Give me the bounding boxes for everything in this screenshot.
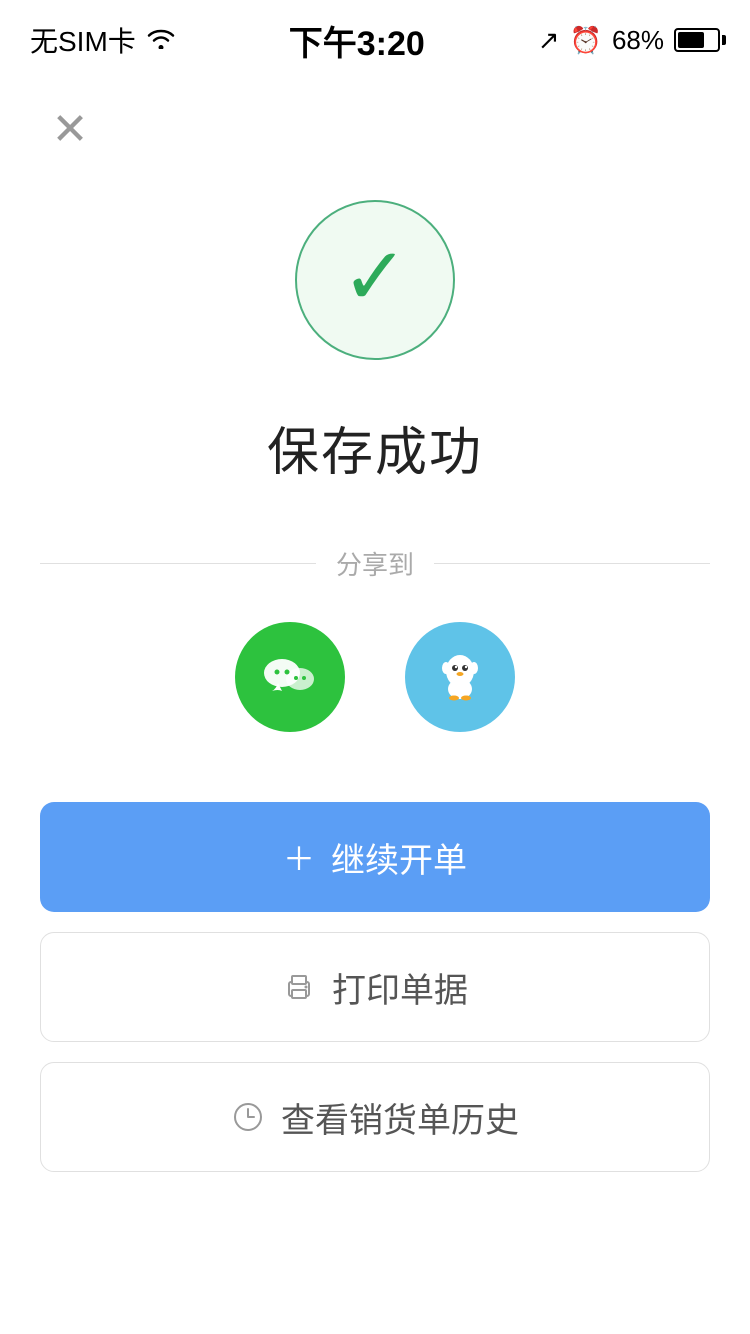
- status-bar: 无SIM卡 下午3:20 ↗ ⏰ 68%: [0, 0, 750, 80]
- battery-icon: [674, 28, 720, 52]
- wifi-icon: [146, 24, 176, 56]
- printer-icon: [282, 970, 316, 1004]
- history-button[interactable]: 查看销货单历史: [40, 1062, 710, 1172]
- share-label: 分享到: [336, 545, 414, 582]
- status-time: 下午3:20: [289, 16, 425, 65]
- success-title: 保存成功: [267, 410, 483, 485]
- history-icon: [231, 1100, 265, 1134]
- main-content: ✕ ✓ 保存成功 分享到: [0, 80, 750, 1334]
- wechat-icon: [258, 645, 322, 709]
- print-button[interactable]: 打印单据: [40, 932, 710, 1042]
- history-label: 查看销货单历史: [281, 1093, 519, 1142]
- status-carrier: 无SIM卡: [30, 20, 176, 60]
- continue-button[interactable]: ＋ 继续开单: [40, 802, 710, 912]
- divider-line-left: [40, 563, 316, 564]
- plus-icon: ＋: [283, 834, 315, 880]
- wechat-share-button[interactable]: [235, 622, 345, 732]
- share-divider: 分享到: [40, 545, 710, 582]
- checkmark-icon: ✓: [341, 237, 408, 317]
- carrier-text: 无SIM卡: [30, 20, 136, 60]
- print-label: 打印单据: [332, 963, 468, 1012]
- qq-icon: [428, 645, 492, 709]
- divider-line-right: [434, 563, 710, 564]
- continue-label: 继续开单: [331, 833, 467, 882]
- close-icon: ✕: [52, 108, 89, 152]
- location-icon: ↗: [538, 25, 560, 56]
- action-buttons: ＋ 继续开单 打印单据 查看销货单历史: [40, 802, 710, 1172]
- success-icon-circle: ✓: [295, 200, 455, 360]
- qq-share-button[interactable]: [405, 622, 515, 732]
- share-icons: [235, 622, 515, 732]
- close-button[interactable]: ✕: [40, 100, 100, 160]
- status-right: ↗ ⏰ 68%: [538, 25, 720, 56]
- battery-percent: 68%: [612, 25, 664, 56]
- alarm-icon: ⏰: [570, 25, 602, 56]
